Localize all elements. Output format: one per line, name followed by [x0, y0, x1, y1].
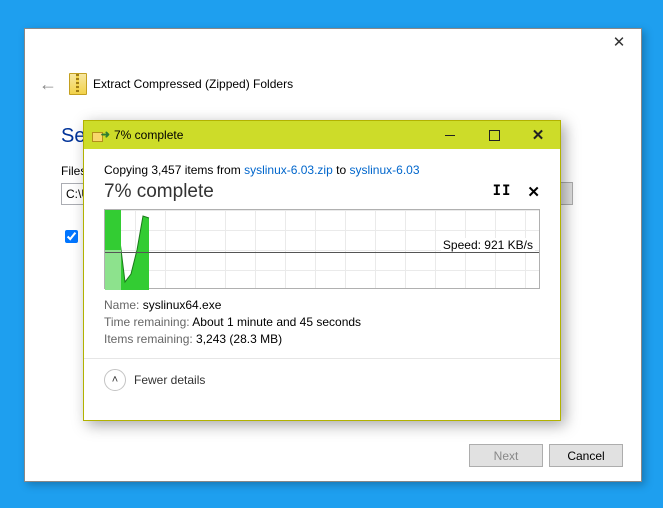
minimize-icon[interactable]	[428, 121, 472, 149]
speed-graph-fill	[105, 210, 153, 290]
copy-transfer-icon: ➜	[92, 128, 108, 142]
speed-label: Speed: 921 KB/s	[441, 238, 535, 252]
chevron-up-icon: ˄	[104, 369, 126, 391]
separator	[84, 358, 560, 359]
wizard-header: Extract Compressed (Zipped) Folders	[69, 73, 293, 95]
wizard-footer: Next Cancel	[469, 444, 623, 467]
fewer-details-button[interactable]: ˄ Fewer details	[104, 369, 540, 391]
source-link[interactable]: syslinux-6.03.zip	[244, 163, 333, 177]
copy-progress-dialog: ➜ 7% complete ✕ Copying 3,457 items from…	[83, 120, 561, 421]
cancel-icon[interactable]: ✕	[527, 183, 540, 201]
detail-name: Name: syslinux64.exe	[104, 297, 540, 314]
pause-icon[interactable]: II	[493, 183, 512, 201]
next-button[interactable]: Next	[469, 444, 543, 467]
speed-reference-line	[105, 252, 539, 253]
detail-time-remaining: Time remaining: About 1 minute and 45 se…	[104, 314, 540, 331]
cancel-button[interactable]: Cancel	[549, 444, 623, 467]
detail-items-remaining: Items remaining: 3,243 (28.3 MB)	[104, 331, 540, 348]
progress-row: 7% complete II ✕	[104, 181, 540, 203]
show-extracted-checkbox[interactable]	[65, 230, 78, 243]
copy-titlebar-text: 7% complete	[114, 128, 183, 142]
maximize-icon[interactable]	[472, 121, 516, 149]
back-icon[interactable]: ←	[39, 75, 59, 95]
progress-percent: 7% complete	[104, 181, 214, 203]
zip-folder-icon	[69, 73, 87, 95]
destination-link[interactable]: syslinux-6.03	[349, 163, 419, 177]
copy-titlebar: ➜ 7% complete ✕	[84, 121, 560, 149]
copy-body: Copying 3,457 items from syslinux-6.03.z…	[84, 149, 560, 401]
close-icon[interactable]: ✕	[516, 121, 560, 149]
wizard-title: Extract Compressed (Zipped) Folders	[93, 77, 293, 91]
close-icon[interactable]: ✕	[597, 29, 641, 59]
wizard-titlebar: ✕	[25, 29, 641, 77]
progress-controls: II ✕	[493, 183, 540, 201]
copy-summary-line: Copying 3,457 items from syslinux-6.03.z…	[104, 163, 540, 177]
speed-graph: Speed: 921 KB/s	[104, 209, 540, 289]
fewer-details-label: Fewer details	[134, 373, 205, 387]
window-controls: ✕	[428, 121, 560, 149]
copy-details: Name: syslinux64.exe Time remaining: Abo…	[104, 297, 540, 348]
